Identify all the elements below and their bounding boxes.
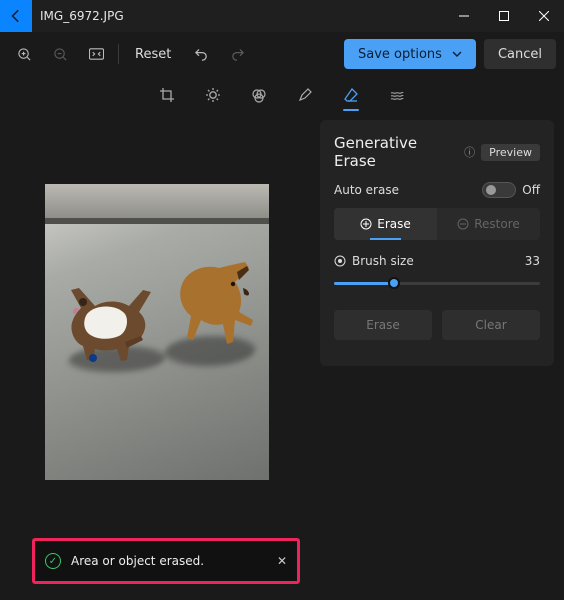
toolbar: Reset Save options Cancel — [0, 32, 564, 76]
back-button[interactable] — [0, 0, 32, 32]
minimize-button[interactable] — [444, 0, 484, 32]
chevron-down-icon — [452, 51, 462, 57]
clear-action-button[interactable]: Clear — [442, 310, 540, 340]
auto-erase-label: Auto erase — [334, 183, 399, 197]
canvas-area — [2, 114, 312, 480]
toast-message: Area or object erased. — [71, 554, 267, 568]
toast-highlight: ✓ Area or object erased. ✕ — [32, 538, 300, 584]
zoom-out-icon[interactable] — [44, 38, 76, 70]
mode-segmented: Erase Restore — [334, 208, 540, 240]
success-check-icon: ✓ — [45, 553, 61, 569]
undo-icon[interactable] — [185, 38, 217, 70]
markup-tab[interactable] — [293, 81, 317, 109]
minus-circle-icon — [457, 218, 469, 230]
file-title: IMG_6972.JPG — [40, 9, 124, 23]
title-bar: IMG_6972.JPG — [0, 0, 564, 32]
info-icon[interactable]: ⓘ — [464, 144, 475, 160]
brush-size-icon — [334, 255, 346, 267]
redo-icon[interactable] — [221, 38, 253, 70]
adjust-tab[interactable] — [201, 81, 225, 109]
toast-close-button[interactable]: ✕ — [277, 554, 287, 568]
separator — [118, 44, 119, 64]
reset-button[interactable]: Reset — [125, 39, 181, 69]
fit-screen-icon[interactable] — [80, 38, 112, 70]
mode-erase[interactable]: Erase — [334, 208, 437, 240]
erase-action-button[interactable]: Erase — [334, 310, 432, 340]
brush-size-value: 33 — [525, 254, 540, 268]
crop-tab[interactable] — [155, 81, 179, 109]
add-circle-icon — [360, 218, 372, 230]
erase-tab[interactable] — [339, 81, 363, 109]
save-options-button[interactable]: Save options — [344, 39, 476, 69]
tool-tabs — [0, 76, 564, 114]
filter-tab[interactable] — [247, 81, 271, 109]
maximize-button[interactable] — [484, 0, 524, 32]
zoom-in-icon[interactable] — [8, 38, 40, 70]
background-tab[interactable] — [385, 81, 409, 109]
toast: ✓ Area or object erased. ✕ — [35, 541, 297, 581]
save-label: Save options — [358, 47, 442, 62]
image-canvas[interactable] — [45, 184, 269, 480]
mode-restore[interactable]: Restore — [437, 208, 540, 240]
generative-erase-panel: Generative Erase ⓘ Preview Auto erase Of… — [320, 120, 554, 366]
auto-erase-toggle[interactable] — [482, 182, 516, 198]
brush-size-label: Brush size — [352, 254, 414, 268]
auto-erase-state: Off — [522, 183, 540, 197]
brush-size-slider[interactable] — [334, 274, 540, 292]
cancel-button[interactable]: Cancel — [484, 39, 556, 69]
panel-title: Generative Erase — [334, 134, 458, 170]
preview-badge: Preview — [481, 144, 540, 161]
close-window-button[interactable] — [524, 0, 564, 32]
